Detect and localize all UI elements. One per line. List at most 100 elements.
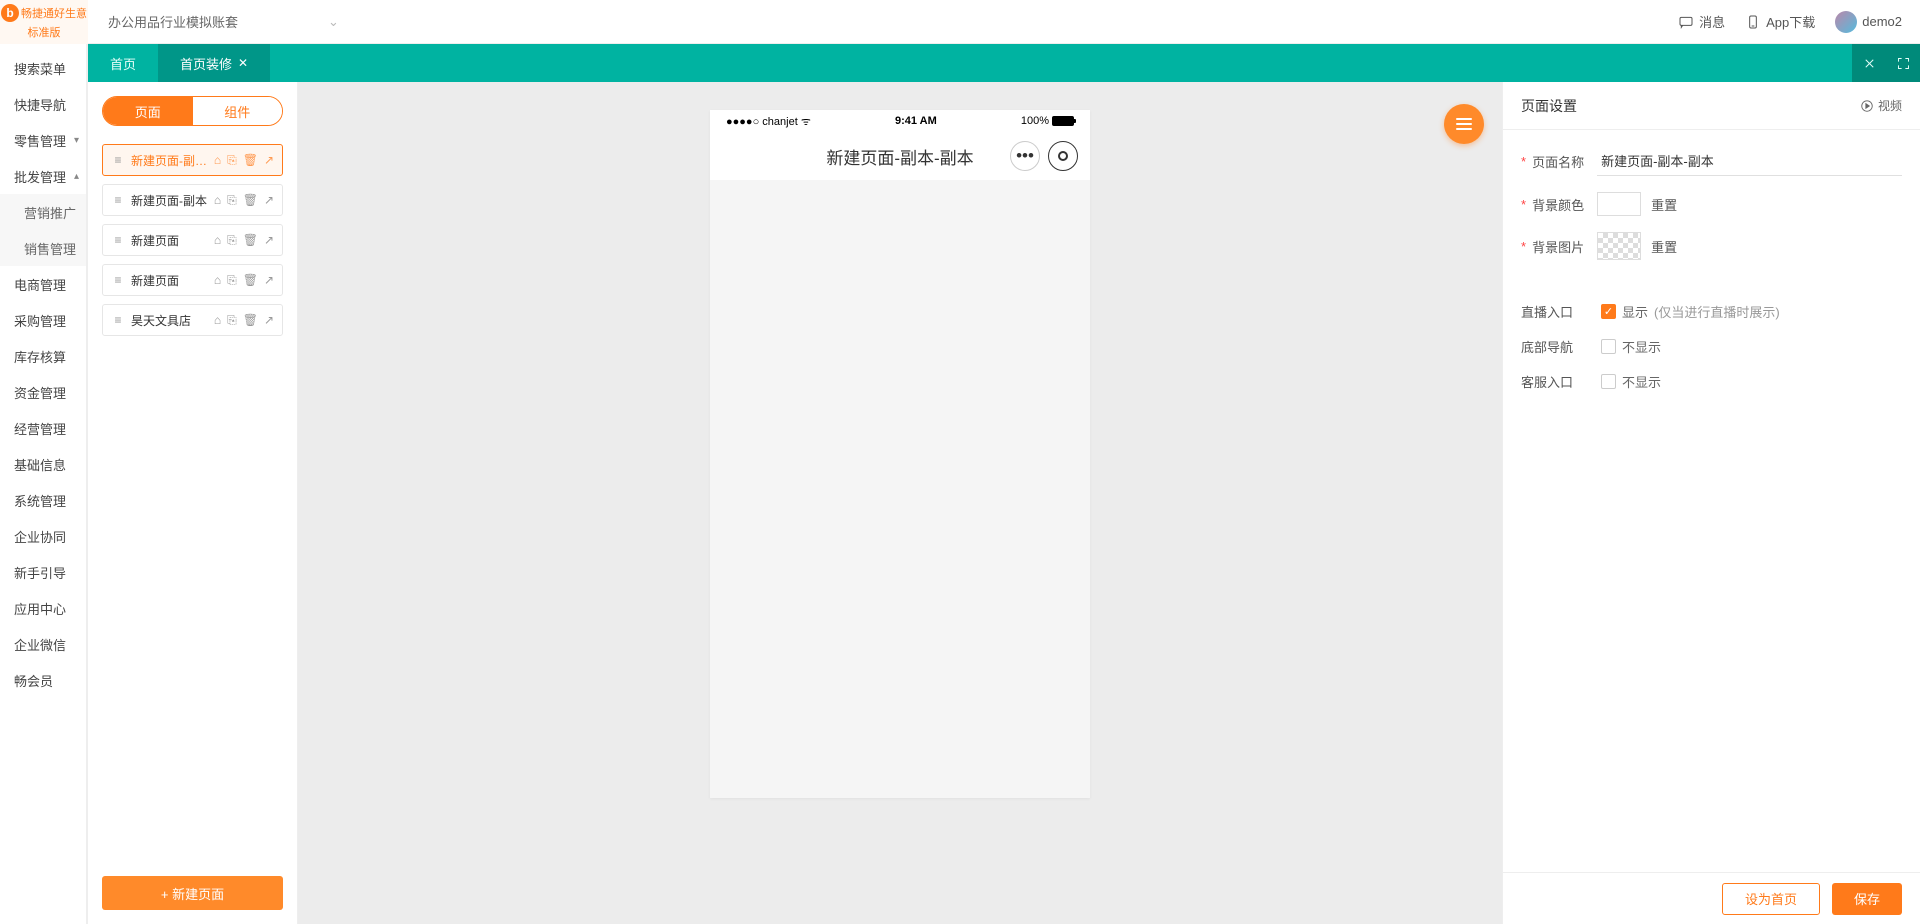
reset-button[interactable]: 重置 (1651, 195, 1677, 214)
field-label: 页面名称 (1532, 152, 1597, 171)
sidebar-item-retail[interactable]: 零售管理 (0, 122, 87, 158)
share-icon[interactable]: ↗ (264, 273, 274, 288)
set-home-button[interactable]: 设为首页 (1722, 883, 1820, 915)
home-icon[interactable]: ⌂ (214, 313, 221, 328)
page-item[interactable]: ≡ 新建页面 ⌂⎘🗑↗ (102, 264, 283, 296)
home-icon[interactable]: ⌂ (214, 273, 221, 288)
image-swatch[interactable] (1597, 232, 1641, 260)
checkbox-cs[interactable] (1601, 374, 1616, 389)
page-item[interactable]: ≡ 新建页面-副本 ⌂⎘🗑↗ (102, 184, 283, 216)
phone-statusbar: ●●●●○ chanjet ᯤ 9:41 AM 100% (710, 110, 1090, 132)
tab-bar: 首页 首页装修 ✕ (88, 44, 1920, 82)
tab-close-all-button[interactable] (1852, 44, 1886, 82)
chevron-down-icon[interactable]: ⌄ (328, 14, 339, 30)
sidebar-item-wechat[interactable]: 企业微信 (0, 626, 87, 662)
page-item[interactable]: ≡ 新建页面 ⌂⎘🗑↗ (102, 224, 283, 256)
delete-icon[interactable]: 🗑 (243, 153, 258, 168)
sidebar-item-marketing[interactable]: 营销推广 (0, 194, 87, 230)
share-icon[interactable]: ↗ (264, 153, 274, 168)
home-icon[interactable]: ⌂ (214, 193, 221, 208)
copy-icon[interactable]: ⎘ (227, 153, 237, 168)
fullscreen-button[interactable] (1886, 44, 1920, 82)
app-download-button[interactable]: App下载 (1745, 12, 1815, 31)
logo-edition: 标准版 (28, 24, 61, 40)
settings-header: 页面设置 视频 (1503, 82, 1920, 130)
copy-icon[interactable]: ⎘ (227, 273, 237, 288)
sidebar-item-inventory[interactable]: 库存核算 (0, 338, 87, 374)
home-icon[interactable]: ⌂ (214, 233, 221, 248)
account-selector[interactable]: 办公用品行业模拟账套 (108, 12, 238, 31)
save-button[interactable]: 保存 (1832, 883, 1902, 915)
canvas[interactable]: ●●●●○ chanjet ᯤ 9:41 AM 100% 新建页面-副本-副本 … (298, 82, 1502, 924)
segment-components[interactable]: 组件 (193, 97, 283, 125)
new-page-button[interactable]: + 新建页面 (102, 876, 283, 910)
phone-body[interactable] (710, 180, 1090, 798)
share-icon[interactable]: ↗ (264, 313, 274, 328)
sidebar-item-collab[interactable]: 企业协同 (0, 518, 87, 554)
sidebar-item-operation[interactable]: 经营管理 (0, 410, 87, 446)
drag-icon[interactable]: ≡ (111, 193, 125, 207)
delete-icon[interactable]: 🗑 (243, 313, 258, 328)
delete-icon[interactable]: 🗑 (243, 193, 258, 208)
more-icon[interactable]: ••• (1010, 141, 1040, 171)
messages-button[interactable]: 消息 (1678, 12, 1725, 31)
video-help-button[interactable]: 视频 (1860, 97, 1902, 114)
phone-battery: 100% (1021, 115, 1074, 127)
page-actions: ⌂ ⎘ 🗑 ↗ (214, 273, 274, 288)
home-icon[interactable]: ⌂ (214, 153, 221, 168)
sidebar-item-search[interactable]: 搜索菜单 (0, 50, 87, 86)
field-label: 客服入口 (1521, 372, 1601, 391)
sidebar-item-sales[interactable]: 销售管理 (0, 230, 87, 266)
delete-icon[interactable]: 🗑 (243, 273, 258, 288)
drag-icon[interactable]: ≡ (111, 273, 125, 287)
sidebar-item-wholesale[interactable]: 批发管理 (0, 158, 87, 194)
segment-pages[interactable]: 页面 (103, 97, 193, 125)
checkbox-live[interactable] (1601, 304, 1616, 319)
toggle-panel-button[interactable] (1444, 104, 1484, 144)
share-icon[interactable]: ↗ (264, 193, 274, 208)
page-name-input[interactable] (1597, 146, 1902, 176)
sidebar-item-finance[interactable]: 资金管理 (0, 374, 87, 410)
sidebar: 搜索菜单 快捷导航 零售管理 批发管理 营销推广 销售管理 电商管理 采购管理 … (0, 44, 88, 924)
expand-icon (1896, 56, 1911, 71)
reset-button[interactable]: 重置 (1651, 237, 1677, 256)
checkbox-bottom-nav[interactable] (1601, 339, 1616, 354)
sidebar-item-guide[interactable]: 新手引导 (0, 554, 87, 590)
logo[interactable]: b 畅捷通好生意 标准版 (0, 0, 88, 44)
sidebar-item-purchase[interactable]: 采购管理 (0, 302, 87, 338)
sidebar-item-nav[interactable]: 快捷导航 (0, 86, 87, 122)
sidebar-item-system[interactable]: 系统管理 (0, 482, 87, 518)
field-label: 背景图片 (1532, 237, 1597, 256)
close-icon[interactable]: ✕ (238, 56, 248, 70)
copy-icon[interactable]: ⎘ (227, 193, 237, 208)
tab-decoration[interactable]: 首页装修 ✕ (158, 44, 270, 82)
settings-panel: 页面设置 视频 * 页面名称 * (1502, 82, 1920, 924)
field-label: 背景颜色 (1532, 195, 1597, 214)
sidebar-item-apps[interactable]: 应用中心 (0, 590, 87, 626)
page-list: ≡ 新建页面-副本... ⌂ ⎘ 🗑 ↗ ≡ 新建页面-副本 (102, 144, 283, 336)
checkbox-label: 不显示 (1622, 372, 1661, 391)
sidebar-item-member[interactable]: 畅会员 (0, 662, 87, 698)
message-icon (1678, 14, 1694, 30)
target-icon[interactable] (1048, 141, 1078, 171)
page-item[interactable]: ≡ 昊天文具店 ⌂⎘🗑↗ (102, 304, 283, 336)
page-item[interactable]: ≡ 新建页面-副本... ⌂ ⎘ 🗑 ↗ (102, 144, 283, 176)
sidebar-item-base[interactable]: 基础信息 (0, 446, 87, 482)
color-swatch[interactable] (1597, 192, 1641, 216)
user-menu[interactable]: demo2 (1835, 11, 1902, 33)
sidebar-sub-wholesale: 营销推广 销售管理 (0, 194, 87, 266)
tab-home[interactable]: 首页 (88, 44, 158, 82)
delete-icon[interactable]: 🗑 (243, 233, 258, 248)
field-customer-service: 客服入口 不显示 (1521, 372, 1902, 391)
copy-icon[interactable]: ⎘ (227, 233, 237, 248)
tab-decoration-label: 首页装修 (180, 54, 232, 73)
required-mark: * (1521, 239, 1526, 254)
field-label: 直播入口 (1521, 302, 1601, 321)
drag-icon[interactable]: ≡ (111, 233, 125, 247)
share-icon[interactable]: ↗ (264, 233, 274, 248)
drag-icon[interactable]: ≡ (111, 313, 125, 327)
copy-icon[interactable]: ⎘ (227, 313, 237, 328)
checkbox-label: 显示 (1622, 302, 1648, 321)
drag-icon[interactable]: ≡ (111, 153, 125, 167)
sidebar-item-ecommerce[interactable]: 电商管理 (0, 266, 87, 302)
